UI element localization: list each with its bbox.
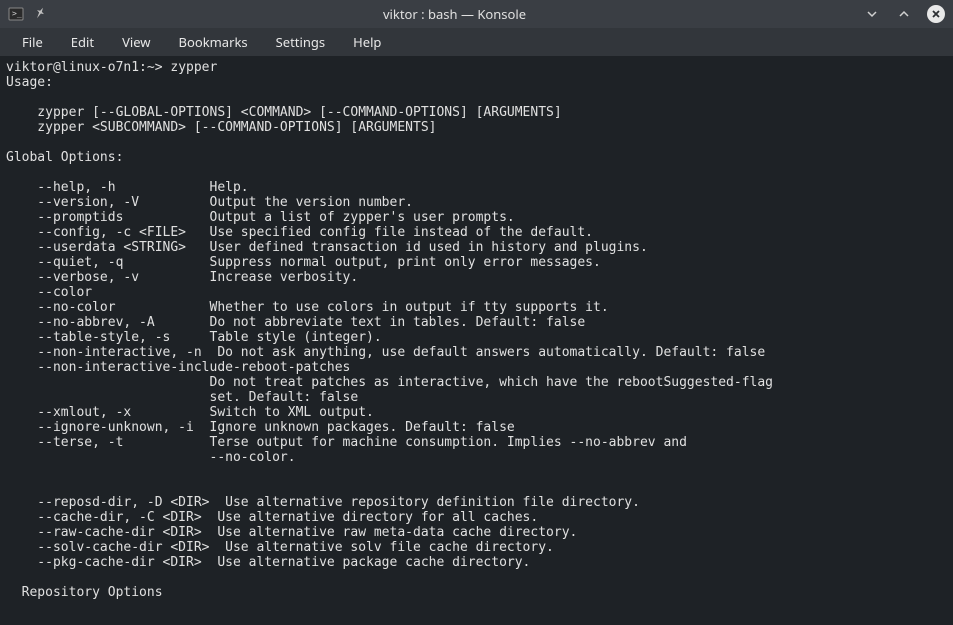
menubar: File Edit View Bookmarks Settings Help [0,28,953,56]
menu-bookmarks[interactable]: Bookmarks [167,29,260,55]
window-title: viktor : bash — Konsole [46,5,863,23]
titlebar-controls [863,5,945,23]
menu-file[interactable]: File [10,29,55,55]
minimize-button[interactable] [863,5,881,23]
titlebar: >_ viktor : bash — Konsole [0,0,953,28]
maximize-button[interactable] [895,5,913,23]
menu-help[interactable]: Help [341,29,393,55]
titlebar-left: >_ [8,5,46,23]
svg-text:>_: >_ [12,9,22,18]
command-text: zypper [170,60,217,75]
menu-settings[interactable]: Settings [264,29,337,55]
konsole-window: >_ viktor : bash — Konsole [0,0,953,625]
shell-prompt: viktor@linux-o7n1:~> [6,60,170,75]
menu-view[interactable]: View [110,29,162,55]
terminal-area[interactable]: viktor@linux-o7n1:~> zypper Usage: zyppe… [0,56,953,625]
menu-edit[interactable]: Edit [59,29,106,55]
app-icon: >_ [8,6,24,22]
terminal-output: Usage: zypper [--GLOBAL-OPTIONS] <COMMAN… [6,75,773,600]
pin-icon[interactable] [34,5,46,23]
close-button[interactable] [927,5,945,23]
